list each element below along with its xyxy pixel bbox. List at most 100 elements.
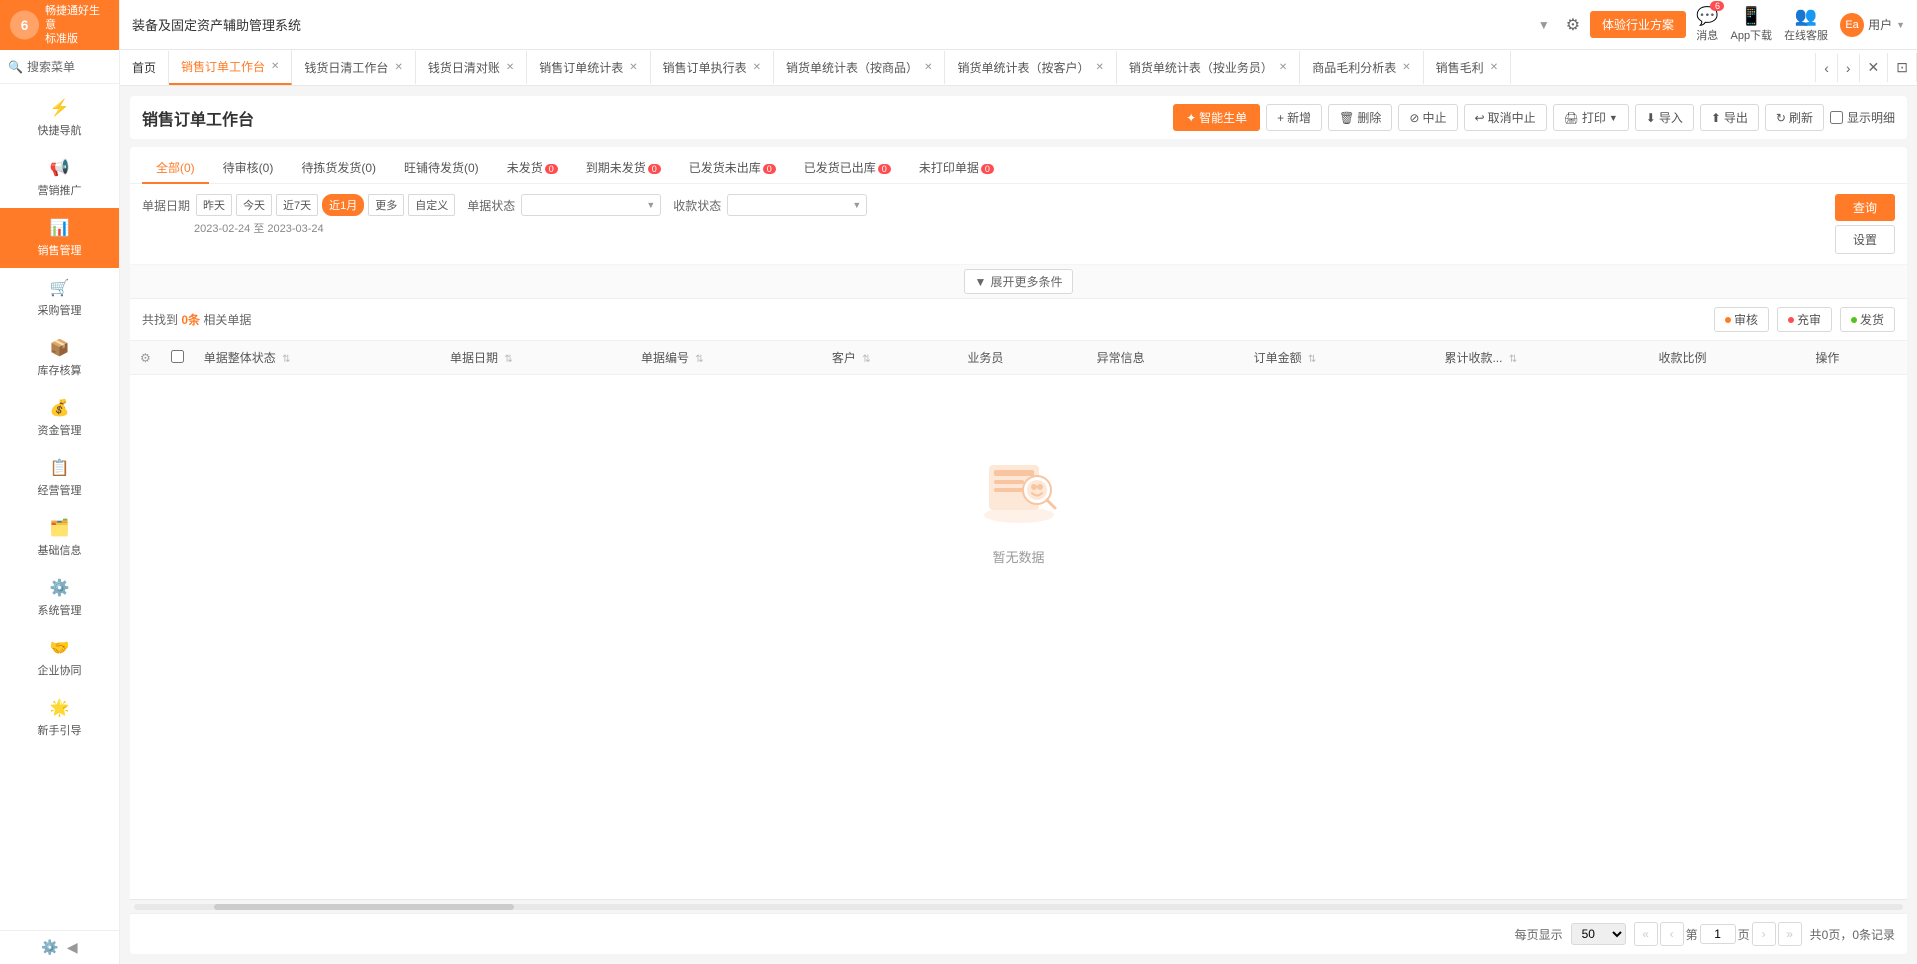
sidebar-item-newbie[interactable]: 🌟 新手引导	[0, 688, 119, 748]
pagination-first-btn[interactable]: «	[1634, 922, 1658, 946]
filter-tab-sent-not-out[interactable]: 已发货未出库0	[675, 153, 790, 184]
sidebar-search[interactable]: 🔍 搜索菜单	[0, 50, 119, 84]
tab-home[interactable]: 首页	[120, 51, 169, 84]
show-detail-label[interactable]: 显示明细	[1830, 109, 1895, 126]
filter-tab-wangpu[interactable]: 旺铺待发货(0)	[390, 153, 493, 184]
tab-sales-stats-close[interactable]: ✕	[629, 62, 637, 73]
sidebar-item-system[interactable]: ⚙️ 系统管理	[0, 568, 119, 628]
payment-select[interactable]	[727, 194, 867, 216]
tabs-expand-btn[interactable]: ⊡	[1888, 53, 1917, 82]
add-btn[interactable]: + 新增	[1266, 104, 1322, 131]
date-field: 单据日期 昨天 今天 近7天 近1月 更多 自定义 2023-02-	[142, 194, 455, 236]
select-all-checkbox[interactable]	[171, 350, 184, 363]
tab-sales-workbench[interactable]: 销售订单工作台 ✕	[169, 50, 292, 85]
tab-sales-staff[interactable]: 销货单统计表（按业务员） ✕	[1117, 51, 1300, 84]
tabs-next-btn[interactable]: ›	[1838, 54, 1860, 82]
cancel-stop-btn[interactable]: ↩ 取消中止	[1464, 104, 1547, 131]
review-btn[interactable]: 审核	[1714, 307, 1769, 332]
scroll-thumb[interactable]	[214, 904, 514, 910]
unreview-btn[interactable]: 充审	[1777, 307, 1832, 332]
filter-tab-not-printed[interactable]: 未打印单据0	[905, 153, 1008, 184]
tab-sales-workbench-close[interactable]: ✕	[271, 61, 279, 72]
status-select[interactable]	[521, 194, 661, 216]
sidebar-item-operation[interactable]: 📋 经营管理	[0, 448, 119, 508]
collapse-icon[interactable]: ◀	[67, 939, 78, 956]
ship-btn[interactable]: 发货	[1840, 307, 1895, 332]
topbar-dropdown-arrow[interactable]: ▼	[1538, 18, 1550, 32]
sidebar-item-finance[interactable]: 💰 资金管理	[0, 388, 119, 448]
tab-sales-exec[interactable]: 销售订单执行表 ✕	[651, 51, 774, 84]
expand-conditions-btn[interactable]: ▼ 展开更多条件	[964, 269, 1074, 294]
date-btn-1month[interactable]: 近1月	[322, 194, 364, 216]
table-scroll[interactable]: ⚙ 单据整体状态 ⇅ 单据日期 ⇅	[130, 341, 1907, 899]
column-settings-icon[interactable]: ⚙	[140, 351, 151, 365]
tab-cash-daily-close[interactable]: ✕	[394, 62, 402, 73]
sort-customer-icon[interactable]: ⇅	[862, 354, 870, 365]
show-detail-checkbox[interactable]	[1830, 111, 1843, 124]
import-btn[interactable]: ⬇ 导入	[1635, 104, 1694, 131]
tab-cash-daily[interactable]: 钱货日清工作台 ✕	[292, 51, 415, 84]
sort-amount-icon[interactable]: ⇅	[1308, 354, 1316, 365]
date-btn-7days[interactable]: 近7天	[276, 194, 318, 216]
tab-sales-product[interactable]: 销货单统计表（按商品） ✕	[774, 51, 945, 84]
sidebar-item-basic[interactable]: 🗂️ 基础信息	[0, 508, 119, 568]
sidebar-item-purchase[interactable]: 🛒 采购管理	[0, 268, 119, 328]
filter-tab-pending-check[interactable]: 待拣货发货(0)	[287, 153, 390, 184]
tab-margin[interactable]: 商品毛利分析表 ✕	[1300, 51, 1423, 84]
th-customer: 客户 ⇅	[822, 341, 958, 375]
topbar-app-download[interactable]: 📱 App下载	[1730, 6, 1772, 43]
tab-margin-close[interactable]: ✕	[1402, 62, 1410, 73]
export-btn[interactable]: ⬆ 导出	[1700, 104, 1759, 131]
tab-sales-customer-close[interactable]: ✕	[1095, 62, 1103, 73]
sidebar-item-inventory[interactable]: 📦 库存核算	[0, 328, 119, 388]
query-btn[interactable]: 查询	[1835, 194, 1895, 221]
filter-tab-pending[interactable]: 待审核(0)	[209, 153, 288, 184]
set-btn[interactable]: 设置	[1835, 225, 1895, 254]
tab-cash-reconcile-close[interactable]: ✕	[506, 62, 514, 73]
topbar-online-service[interactable]: 👥 在线客服	[1784, 6, 1828, 43]
tab-sales-gross-close[interactable]: ✕	[1490, 62, 1498, 73]
sidebar-item-company[interactable]: 🤝 企业协同	[0, 628, 119, 688]
tab-sales-staff-close[interactable]: ✕	[1279, 62, 1287, 73]
user-area[interactable]: Ea 用户 ▼	[1840, 13, 1905, 37]
sort-accumulated-icon[interactable]: ⇅	[1509, 354, 1517, 365]
filter-tab-sent-out[interactable]: 已发货已出库0	[790, 153, 905, 184]
sort-date-icon[interactable]: ⇅	[504, 354, 512, 365]
stop-btn[interactable]: ⊘ 中止	[1398, 104, 1457, 131]
filter-tab-all[interactable]: 全部(0)	[142, 153, 209, 184]
tabs-close-btn[interactable]: ✕	[1860, 53, 1889, 82]
pagination-last-btn[interactable]: »	[1778, 922, 1802, 946]
topbar-message[interactable]: 💬 6 消息	[1696, 6, 1718, 43]
filter-tab-unsent[interactable]: 未发货0	[493, 153, 572, 184]
tab-sales-product-close[interactable]: ✕	[924, 62, 932, 73]
sidebar-item-quick-nav[interactable]: ⚡ 快捷导航	[0, 88, 119, 148]
sidebar-item-sales[interactable]: 📊 销售管理	[0, 208, 119, 268]
topbar-settings-icon[interactable]: ⚙	[1566, 15, 1580, 35]
date-btn-more[interactable]: 更多	[368, 194, 404, 216]
tab-sales-exec-close[interactable]: ✕	[753, 62, 761, 73]
date-btn-custom[interactable]: 自定义	[408, 194, 455, 216]
filter-tab-expired[interactable]: 到期未发货0	[572, 153, 675, 184]
pagination-next-btn[interactable]: ›	[1752, 922, 1776, 946]
refresh-btn[interactable]: ↻ 刷新	[1765, 104, 1824, 131]
page-input[interactable]	[1700, 924, 1736, 944]
tab-sales-stats[interactable]: 销售订单统计表 ✕	[527, 51, 650, 84]
data-table: ⚙ 单据整体状态 ⇅ 单据日期 ⇅	[130, 341, 1907, 375]
per-page-select[interactable]: 50 20 100	[1571, 923, 1626, 945]
settings-bottom-icon[interactable]: ⚙️	[41, 939, 58, 956]
pagination-prev-btn[interactable]: ‹	[1660, 922, 1684, 946]
sidebar-item-marketing[interactable]: 📢 营销推广	[0, 148, 119, 208]
scroll-area[interactable]	[130, 899, 1907, 913]
industry-btn[interactable]: 体验行业方案	[1590, 11, 1686, 38]
tab-sales-gross[interactable]: 销售毛利 ✕	[1424, 51, 1511, 84]
tabs-prev-btn[interactable]: ‹	[1816, 54, 1838, 82]
tab-cash-reconcile[interactable]: 钱货日清对账 ✕	[416, 51, 527, 84]
date-btn-today[interactable]: 今天	[236, 194, 272, 216]
delete-btn[interactable]: 🗑 删除	[1328, 104, 1392, 131]
sort-number-icon[interactable]: ⇅	[695, 354, 703, 365]
ai-generate-btn[interactable]: ✦ 智能生单	[1173, 104, 1260, 131]
sort-status-icon[interactable]: ⇅	[282, 354, 290, 365]
print-btn[interactable]: 🖨 打印 ▼	[1553, 104, 1629, 131]
date-btn-yesterday[interactable]: 昨天	[196, 194, 232, 216]
tab-sales-customer[interactable]: 销货单统计表（按客户） ✕	[945, 51, 1116, 84]
